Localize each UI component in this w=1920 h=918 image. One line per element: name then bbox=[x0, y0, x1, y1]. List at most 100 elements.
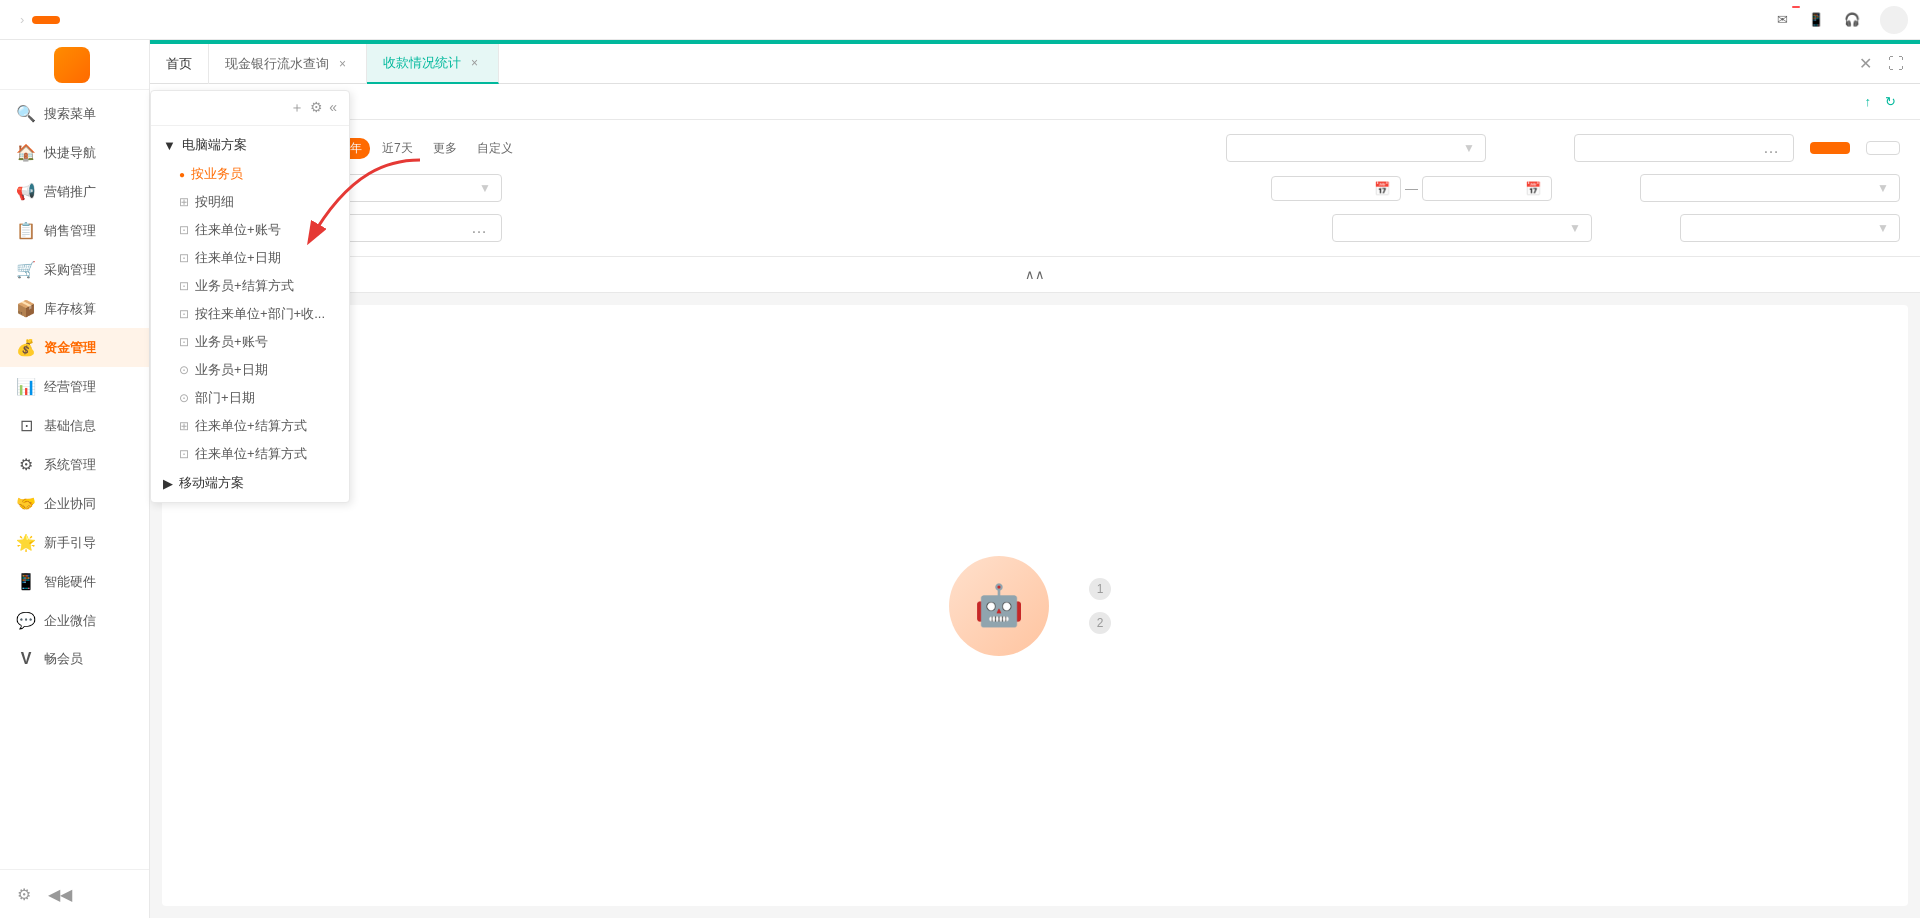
wechat-icon: 💬 bbox=[16, 611, 36, 630]
tree-item-salesperson-settle[interactable]: ⊡ 业务员+结算方式 bbox=[151, 272, 349, 300]
sidebar-item-purchase[interactable]: 🛒 采购管理 bbox=[0, 250, 149, 289]
bill-status-select[interactable]: ▼ bbox=[1640, 174, 1900, 202]
page-header: ↑ ↻ bbox=[150, 84, 1920, 120]
messages-btn[interactable]: ✉ bbox=[1777, 12, 1792, 27]
scheme-icon-10: ⊡ bbox=[179, 447, 189, 461]
tab-home[interactable]: 首页 bbox=[150, 44, 209, 84]
scheme-icon-9: ⊞ bbox=[179, 419, 189, 433]
tree-group-mobile[interactable]: ▶ 移动端方案 bbox=[151, 468, 349, 498]
sidebar-item-smart-hw[interactable]: 📱 智能硬件 bbox=[0, 562, 149, 601]
sidebar-item-label: 畅会员 bbox=[44, 650, 83, 668]
tab-receipt-stats[interactable]: 收款情况统计 × bbox=[367, 44, 499, 84]
sidebar-item-enterprise[interactable]: 🤝 企业协同 bbox=[0, 484, 149, 523]
phone-icon: 📱 bbox=[1808, 12, 1824, 27]
export-icon: ↑ bbox=[1865, 94, 1872, 109]
sidebar-bottom: ⚙ ◀◀ bbox=[0, 869, 149, 918]
home-icon: 🏠 bbox=[16, 143, 36, 162]
tree-item-party-dept-collect[interactable]: ⊡ 按往来单位+部门+收... bbox=[151, 300, 349, 328]
review-date-to[interactable]: 📅 bbox=[1422, 176, 1552, 201]
scheme-icon-8: ⊙ bbox=[179, 391, 189, 405]
query-btn[interactable] bbox=[1810, 142, 1850, 154]
sidebar-item-system[interactable]: ⚙ 系统管理 bbox=[0, 445, 149, 484]
tree-item-party-settle2[interactable]: ⊡ 往来单位+结算方式 bbox=[151, 440, 349, 468]
sidebar-item-label: 基础信息 bbox=[44, 417, 96, 435]
sidebar-item-label: 采购管理 bbox=[44, 261, 96, 279]
tree-item-party-account[interactable]: ⊡ 往来单位+账号 bbox=[151, 216, 349, 244]
add-scheme-icon[interactable]: ＋ bbox=[290, 99, 304, 117]
sidebar-item-operation[interactable]: 📊 经营管理 bbox=[0, 367, 149, 406]
tree-group-desktop[interactable]: ▼ 电脑端方案 bbox=[151, 130, 349, 160]
tree-item-salesperson-date[interactable]: ⊙ 业务员+日期 bbox=[151, 356, 349, 384]
settings-bottom-btn[interactable]: ⚙ bbox=[10, 880, 38, 908]
chevron-down-icon: ▼ bbox=[1463, 141, 1475, 155]
settings-btn[interactable] bbox=[1866, 141, 1900, 155]
empty-steps: 1 2 bbox=[1089, 578, 1121, 634]
finance-icon: 💰 bbox=[16, 338, 36, 357]
sidebar-item-search[interactable]: 🔍 搜索菜单 bbox=[0, 94, 149, 133]
date-tab-custom[interactable]: 自定义 bbox=[469, 138, 521, 159]
tree-item-detail[interactable]: ⊞ 按明细 bbox=[151, 188, 349, 216]
refresh-btn[interactable]: ↻ bbox=[1885, 94, 1900, 109]
review-date-from[interactable]: 📅 bbox=[1271, 176, 1401, 201]
filter-row-3: … ▼ ▼ bbox=[170, 214, 1900, 242]
tree-item-party-settle1[interactable]: ⊞ 往来单位+结算方式 bbox=[151, 412, 349, 440]
empty-illustration: 🤖 bbox=[949, 556, 1049, 656]
tab-bank-flow[interactable]: 现金银行流水查询 × bbox=[209, 44, 367, 84]
settings-scheme-icon[interactable]: ⚙ bbox=[310, 99, 323, 117]
tab-expand-btn[interactable]: ⛶ bbox=[1884, 51, 1908, 77]
date-tab-more[interactable]: 更多 bbox=[425, 138, 465, 159]
sidebar: 🔍 搜索菜单 🏠 快捷导航 📢 营销推广 📋 销售管理 🛒 采购管理 📦 bbox=[0, 40, 150, 918]
sidebar-item-basic[interactable]: ⊡ 基础信息 bbox=[0, 406, 149, 445]
system-icon: ⚙ bbox=[16, 455, 36, 474]
more-icon-2[interactable]: … bbox=[467, 219, 491, 237]
tree-item-salesperson-account[interactable]: ⊡ 业务员+账号 bbox=[151, 328, 349, 356]
trial-btn[interactable] bbox=[32, 16, 60, 24]
vip-icon: V bbox=[16, 650, 36, 668]
salesperson-select[interactable]: … bbox=[1574, 134, 1794, 162]
business-type-select[interactable]: ▼ bbox=[1680, 214, 1900, 242]
sidebar-item-label: 新手引导 bbox=[44, 534, 96, 552]
sidebar-item-quick-nav[interactable]: 🏠 快捷导航 bbox=[0, 133, 149, 172]
tab-close-btn[interactable]: ✕ bbox=[1855, 50, 1876, 77]
sidebar-item-wechat[interactable]: 💬 企业微信 bbox=[0, 601, 149, 640]
export-btn[interactable]: ↑ bbox=[1865, 94, 1876, 109]
collapse-panel-icon[interactable]: « bbox=[329, 99, 337, 117]
user-avatar[interactable] bbox=[1880, 6, 1908, 34]
service-icon: 🎧 bbox=[1844, 12, 1860, 27]
scheme-icon-5: ⊡ bbox=[179, 307, 189, 321]
filter-row-1: 上月 本月 本年 近7天 更多 自定义 ▼ bbox=[170, 134, 1900, 162]
guide-icon: 🌟 bbox=[16, 533, 36, 552]
scheme-icon-4: ⊡ bbox=[179, 279, 189, 293]
collapse-bar[interactable]: ∧∧ bbox=[150, 257, 1920, 293]
sidebar-item-vip[interactable]: V 畅会员 bbox=[0, 640, 149, 678]
counter-party-category-select[interactable]: ▼ bbox=[1332, 214, 1592, 242]
panel-actions: ＋ ⚙ « bbox=[290, 99, 337, 117]
content-area: 首页 现金银行流水查询 × 收款情况统计 × ✕ ⛶ ↑ bbox=[150, 40, 1920, 918]
tab-bar: 首页 现金银行流水查询 × 收款情况统计 × ✕ ⛶ bbox=[150, 44, 1920, 84]
group-label-mobile: 移动端方案 bbox=[179, 474, 244, 492]
tree-item-party-date[interactable]: ⊡ 往来单位+日期 bbox=[151, 244, 349, 272]
scheme-icon-3: ⊡ bbox=[179, 251, 189, 265]
warehouse-icon: 📦 bbox=[16, 299, 36, 318]
sidebar-item-warehouse[interactable]: 📦 库存核算 bbox=[0, 289, 149, 328]
tab-receipt-stats-close[interactable]: × bbox=[467, 54, 482, 72]
page-actions: ↑ ↻ bbox=[1865, 94, 1901, 109]
tab-bank-flow-close[interactable]: × bbox=[335, 55, 350, 73]
expand-icon-mobile: ▶ bbox=[163, 476, 173, 491]
online-service-btn[interactable]: 🎧 bbox=[1844, 12, 1864, 27]
sidebar-item-guide[interactable]: 🌟 新手引导 bbox=[0, 523, 149, 562]
sidebar-item-label: 快捷导航 bbox=[44, 144, 96, 162]
chevron-down-icon-5: ▼ bbox=[1877, 221, 1889, 235]
review-date-group: 📅 — 📅 bbox=[1271, 176, 1552, 201]
bill-type-select[interactable]: ▼ bbox=[1226, 134, 1486, 162]
sidebar-item-label: 库存核算 bbox=[44, 300, 96, 318]
date-tab-7days[interactable]: 近7天 bbox=[374, 138, 421, 159]
sidebar-item-sales[interactable]: 📋 销售管理 bbox=[0, 211, 149, 250]
collapse-sidebar-btn[interactable]: ◀◀ bbox=[46, 880, 74, 908]
tree-item-by-salesperson[interactable]: ● 按业务员 bbox=[151, 160, 349, 188]
app-download-btn[interactable]: 📱 bbox=[1808, 12, 1828, 27]
sidebar-item-marketing[interactable]: 📢 营销推广 bbox=[0, 172, 149, 211]
sidebar-item-finance[interactable]: 💰 资金管理 bbox=[0, 328, 149, 367]
more-icon[interactable]: … bbox=[1759, 139, 1783, 157]
tree-item-dept-date[interactable]: ⊙ 部门+日期 bbox=[151, 384, 349, 412]
